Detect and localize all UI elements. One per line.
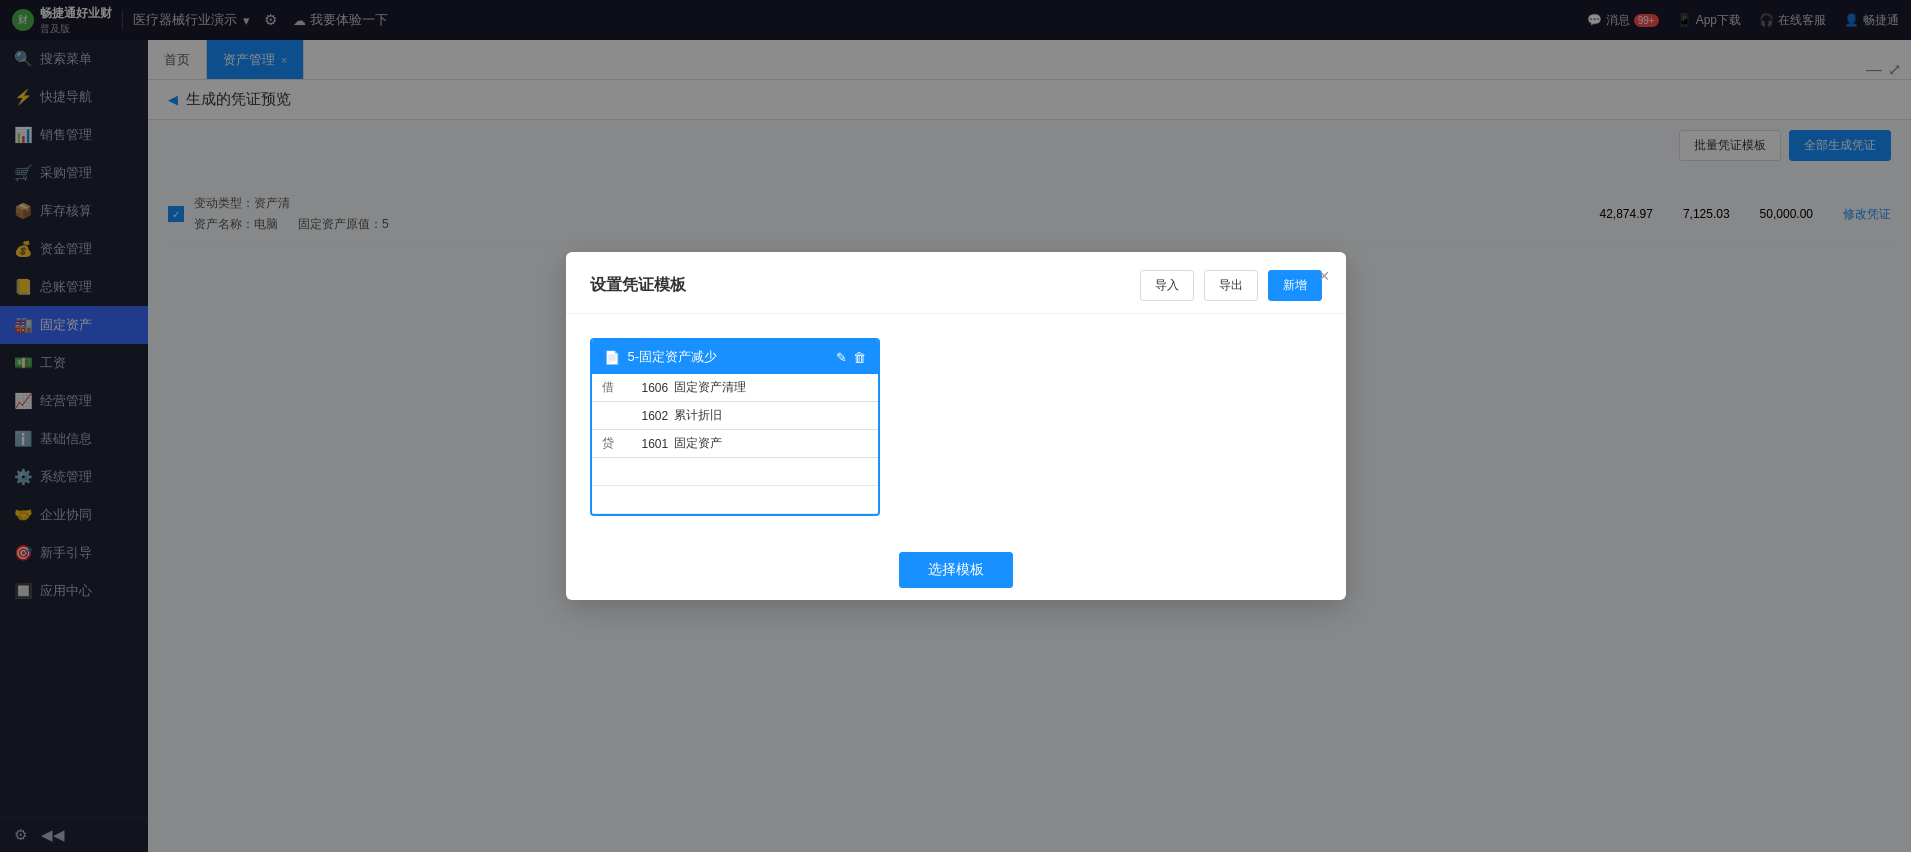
- credit-code-1: 1601: [642, 437, 669, 451]
- debit-label-1: 借: [602, 379, 642, 396]
- debit-code-1: 1606: [642, 381, 669, 395]
- export-btn[interactable]: 导出: [1204, 270, 1258, 301]
- modal-header-actions: 导入 导出 新增: [1140, 270, 1322, 301]
- template-header-actions: ✎ 🗑: [836, 350, 866, 365]
- credit-line-1: 贷 1601 固定资产: [592, 430, 878, 458]
- modal-header: 设置凭证模板 导入 导出 新增 ×: [566, 252, 1346, 314]
- import-btn[interactable]: 导入: [1140, 270, 1194, 301]
- template-name: 5-固定资产减少: [628, 348, 828, 366]
- select-template-btn[interactable]: 选择模板: [899, 552, 1013, 588]
- debit-name-1: 固定资产清理: [674, 379, 746, 396]
- debit-line-2: 1602 累计折旧: [592, 402, 878, 430]
- template-card-body: 借 1606 固定资产清理 1602 累计折旧 贷 1601 固定资产: [592, 374, 878, 514]
- empty-row-1: [592, 458, 878, 486]
- modal-close-btn[interactable]: ×: [1319, 266, 1330, 287]
- template-doc-icon: 📄: [604, 350, 620, 365]
- new-btn[interactable]: 新增: [1268, 270, 1322, 301]
- template-card-header: 📄 5-固定资产减少 ✎ 🗑: [592, 340, 878, 374]
- credit-label-1: 贷: [602, 435, 642, 452]
- template-edit-icon[interactable]: ✎: [836, 350, 847, 365]
- modal-title: 设置凭证模板: [590, 275, 686, 296]
- debit-code-2: 1602: [642, 409, 669, 423]
- template-modal: 设置凭证模板 导入 导出 新增 × 📄 5-固定资产减少 ✎ 🗑: [566, 252, 1346, 600]
- modal-body: 📄 5-固定资产减少 ✎ 🗑 借 1606 固定资产清理 1602: [566, 314, 1346, 540]
- modal-footer: 选择模板: [566, 540, 1346, 600]
- modal-overlay: 设置凭证模板 导入 导出 新增 × 📄 5-固定资产减少 ✎ 🗑: [0, 0, 1911, 852]
- template-delete-icon[interactable]: 🗑: [853, 350, 866, 365]
- debit-name-2: 累计折旧: [674, 407, 722, 424]
- template-card: 📄 5-固定资产减少 ✎ 🗑 借 1606 固定资产清理 1602: [590, 338, 880, 516]
- credit-name-1: 固定资产: [674, 435, 722, 452]
- debit-line-1: 借 1606 固定资产清理: [592, 374, 878, 402]
- empty-row-2: [592, 486, 878, 514]
